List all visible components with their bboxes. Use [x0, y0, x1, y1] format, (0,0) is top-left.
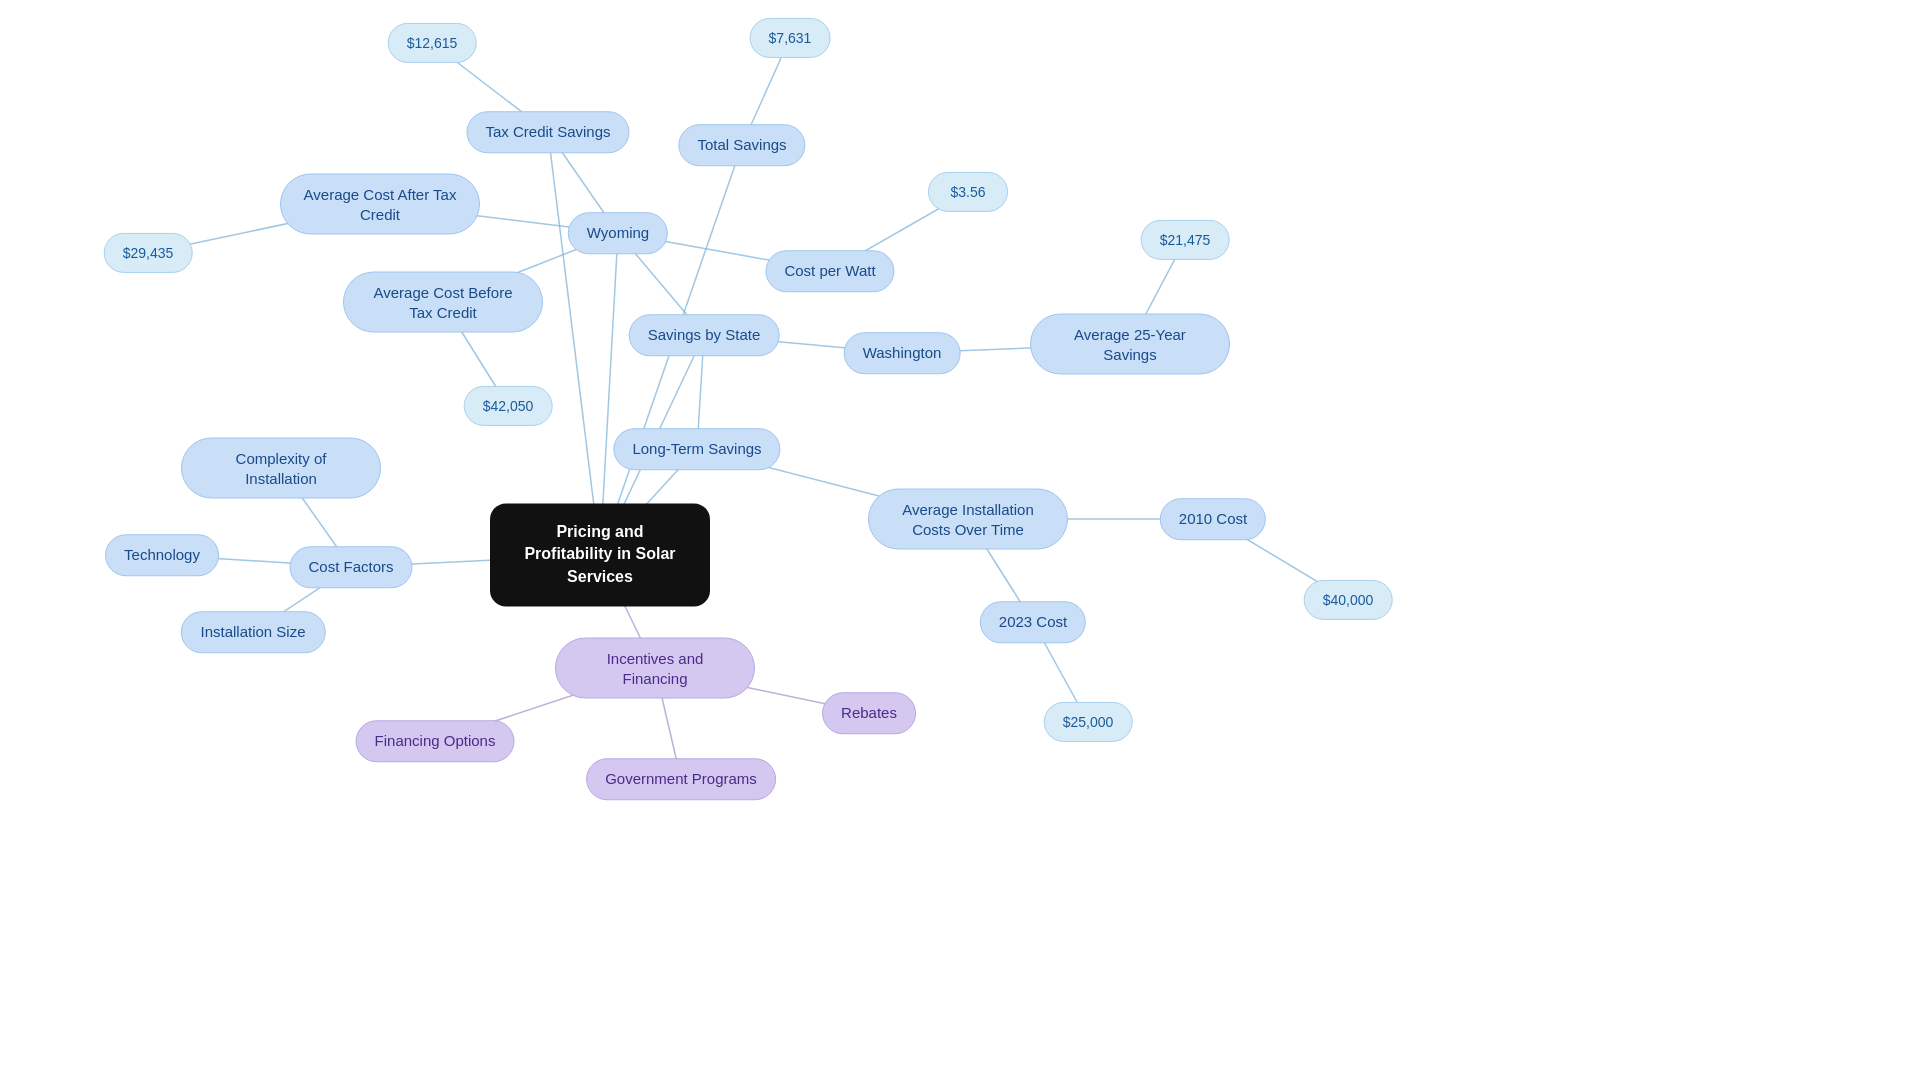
node-cost_factors: Cost Factors	[289, 546, 412, 588]
node-val_7631: $7,631	[750, 18, 831, 58]
node-val_356: $3.56	[928, 172, 1008, 212]
node-rebates: Rebates	[822, 692, 916, 734]
node-val_21475: $21,475	[1141, 220, 1230, 260]
svg-line-0	[548, 132, 600, 555]
node-washington: Washington	[844, 332, 961, 374]
node-val_29435: $29,435	[104, 233, 193, 273]
node-complexity: Complexity of Installation	[181, 438, 381, 499]
node-long_term_savings: Long-Term Savings	[613, 428, 780, 470]
node-center: Pricing and Profitability in Solar Servi…	[490, 503, 710, 606]
node-technology: Technology	[105, 534, 219, 576]
node-val_12615: $12,615	[388, 23, 477, 63]
node-financing_options: Financing Options	[356, 720, 515, 762]
node-cost_2023: 2023 Cost	[980, 601, 1086, 643]
node-val_40000: $40,000	[1304, 580, 1393, 620]
mind-map: Pricing and Profitability in Solar Servi…	[0, 0, 1920, 1083]
node-wyoming: Wyoming	[568, 212, 668, 254]
node-cost_per_watt: Cost per Watt	[765, 250, 894, 292]
node-tax_credit_savings: Tax Credit Savings	[466, 111, 629, 153]
node-val_42050: $42,050	[464, 386, 553, 426]
node-avg_25yr: Average 25-Year Savings	[1030, 314, 1230, 375]
node-avg_install_costs: Average Installation Costs Over Time	[868, 489, 1068, 550]
node-avg_cost_after: Average Cost After Tax Credit	[280, 174, 480, 235]
node-incentives: Incentives and Financing	[555, 638, 755, 699]
node-government_programs: Government Programs	[586, 758, 776, 800]
node-install_size: Installation Size	[181, 611, 326, 653]
node-total_savings: Total Savings	[678, 124, 805, 166]
node-cost_2010: 2010 Cost	[1160, 498, 1266, 540]
node-savings_by_state: Savings by State	[629, 314, 780, 356]
node-avg_cost_before: Average Cost Before Tax Credit	[343, 272, 543, 333]
node-val_25000: $25,000	[1044, 702, 1133, 742]
